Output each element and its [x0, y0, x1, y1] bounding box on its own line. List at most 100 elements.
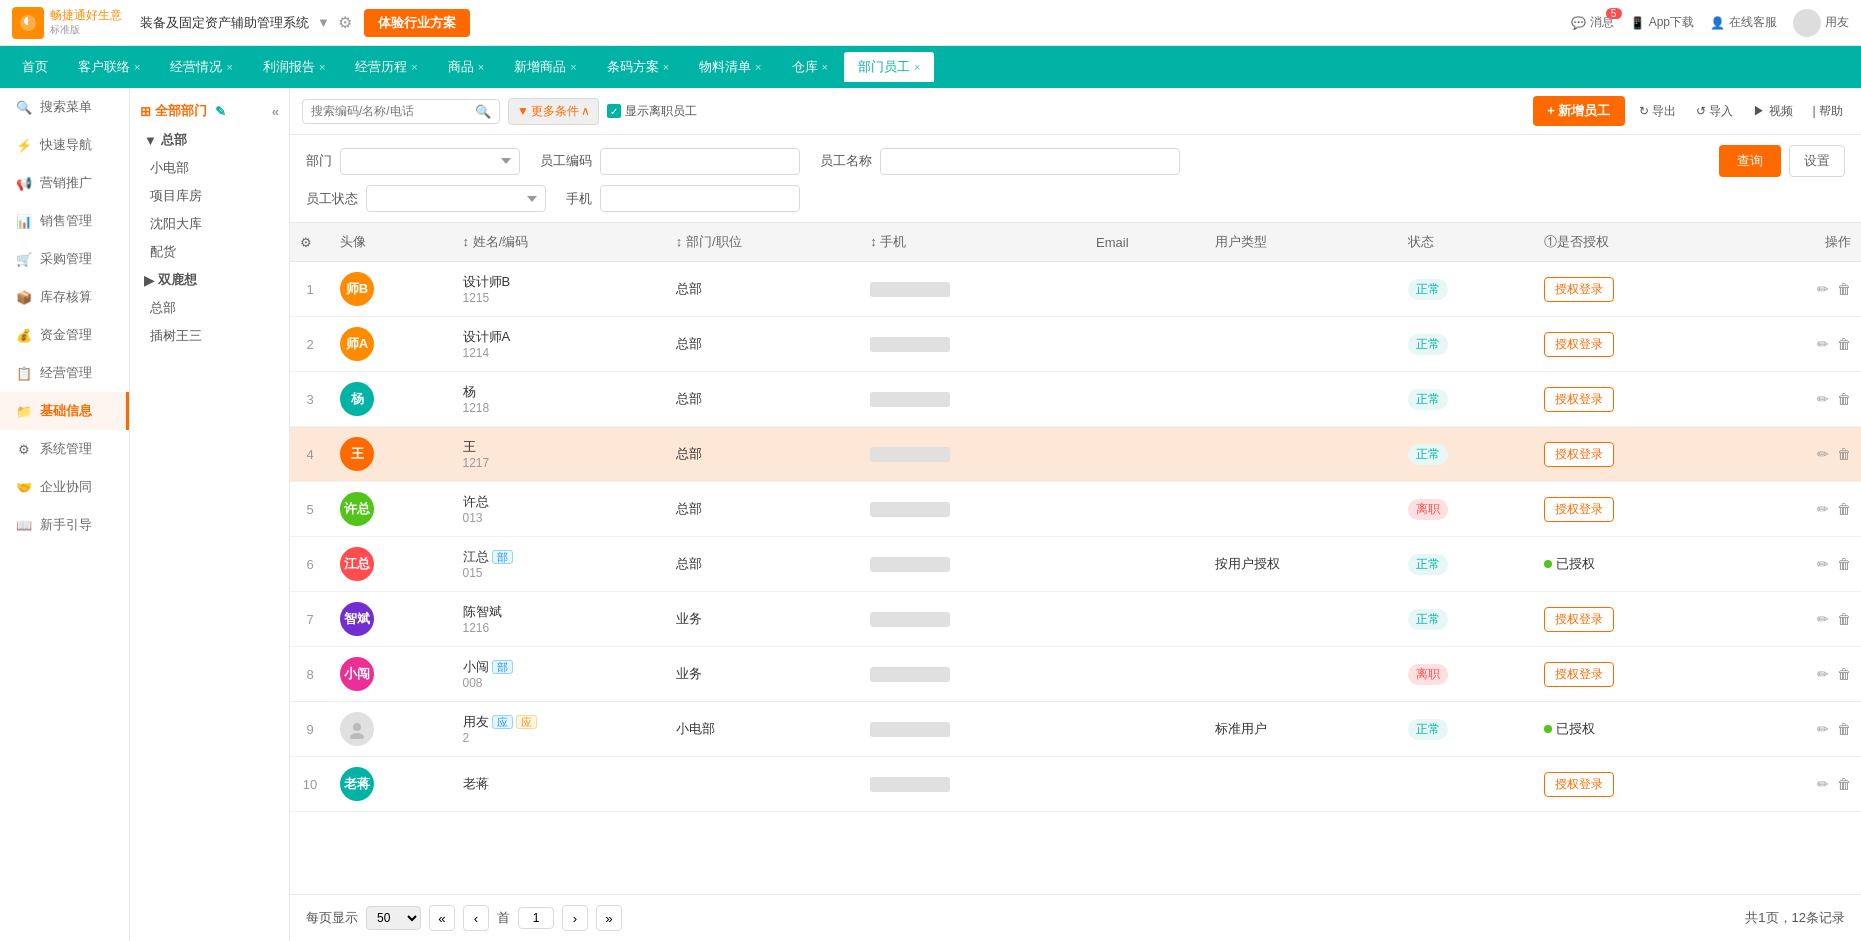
nav-tab-goods[interactable]: 商品 × [434, 52, 498, 82]
dept-item-project[interactable]: 项目库房 [130, 182, 289, 210]
first-page-btn[interactable]: « [429, 905, 455, 931]
dept-item-peihuo[interactable]: 配货 [130, 238, 289, 266]
close-icon[interactable]: × [914, 61, 920, 73]
edit-btn[interactable]: ✏ [1817, 776, 1829, 792]
delete-btn[interactable]: 🗑 [1837, 281, 1851, 297]
query-btn[interactable]: 查询 [1719, 145, 1781, 177]
nav-tab-history[interactable]: 经营历程 × [341, 52, 431, 82]
dept-item-xiaodian[interactable]: 小电部 [130, 154, 289, 182]
phone-filter-input[interactable] [600, 185, 800, 212]
nav-tab-add-goods[interactable]: 新增商品 × [500, 52, 590, 82]
edit-icon[interactable]: ✎ [215, 104, 226, 119]
nav-tab-profit[interactable]: 利润报告 × [249, 52, 339, 82]
close-icon[interactable]: × [478, 61, 484, 73]
more-filters-btn[interactable]: ▼ 更多条件 ∧ [508, 98, 599, 125]
help-btn[interactable]: | 帮助 [1807, 99, 1849, 124]
sidebar-item-sales[interactable]: 📊 销售管理 [0, 202, 129, 240]
auth-login-btn[interactable]: 授权登录 [1544, 442, 1614, 467]
dept-group-shuanglu[interactable]: ▶ 双鹿想 [130, 266, 289, 294]
last-page-btn[interactable]: » [596, 905, 622, 931]
nav-tab-operation[interactable]: 经营情况 × [156, 52, 246, 82]
sidebar-item-finance[interactable]: 💰 资金管理 [0, 316, 129, 354]
close-icon[interactable]: × [570, 61, 576, 73]
show-inactive-wrap[interactable]: ✓ 显示离职员工 [607, 103, 697, 120]
close-icon[interactable]: × [319, 61, 325, 73]
sidebar-item-system[interactable]: ⚙ 系统管理 [0, 430, 129, 468]
dept-all[interactable]: ⊞ 全部部门 ✎ « [130, 96, 289, 126]
nav-tab-bom[interactable]: 物料清单 × [685, 52, 775, 82]
col-phone[interactable]: ↕ 手机 [860, 223, 1086, 262]
settings-icon[interactable]: ⚙ [338, 13, 352, 32]
sidebar-item-basic-info[interactable]: 📁 基础信息 [0, 392, 129, 430]
close-icon[interactable]: × [134, 61, 140, 73]
sidebar-item-quicknav[interactable]: ⚡ 快速导航 [0, 126, 129, 164]
nav-tab-customer[interactable]: 客户联络 × [64, 52, 154, 82]
delete-btn[interactable]: 🗑 [1837, 336, 1851, 352]
edit-btn[interactable]: ✏ [1817, 336, 1829, 352]
page-input[interactable] [518, 907, 554, 929]
edit-btn[interactable]: ✏ [1817, 666, 1829, 682]
auth-login-btn[interactable]: 授权登录 [1544, 772, 1614, 797]
delete-btn[interactable]: 🗑 [1837, 446, 1851, 462]
online-service-action[interactable]: 👤 在线客服 [1710, 14, 1777, 31]
import-btn[interactable]: ↺ 导入 [1690, 99, 1739, 124]
reset-btn[interactable]: 设置 [1789, 145, 1845, 177]
delete-btn[interactable]: 🗑 [1837, 776, 1851, 792]
edit-btn[interactable]: ✏ [1817, 611, 1829, 627]
sidebar-item-operation[interactable]: 📋 经营管理 [0, 354, 129, 392]
nav-tab-warehouse[interactable]: 仓库 × [778, 52, 842, 82]
next-page-btn[interactable]: › [562, 905, 588, 931]
sidebar-item-purchase[interactable]: 🛒 采购管理 [0, 240, 129, 278]
close-icon[interactable]: × [663, 61, 669, 73]
delete-btn[interactable]: 🗑 [1837, 611, 1851, 627]
edit-btn[interactable]: ✏ [1817, 391, 1829, 407]
per-page-select[interactable]: 50 100 [366, 906, 421, 930]
dept-item-shenyang[interactable]: 沈阳大库 [130, 210, 289, 238]
sidebar-item-search[interactable]: 🔍 搜索菜单 [0, 88, 129, 126]
search-input[interactable] [311, 104, 471, 118]
edit-btn[interactable]: ✏ [1817, 501, 1829, 517]
close-icon[interactable]: × [755, 61, 761, 73]
sidebar-item-guide[interactable]: 📖 新手引导 [0, 506, 129, 544]
auth-login-btn[interactable]: 授权登录 [1544, 277, 1614, 302]
expand-icon[interactable]: ▼ [317, 15, 330, 30]
edit-btn[interactable]: ✏ [1817, 556, 1829, 572]
auth-login-btn[interactable]: 授权登录 [1544, 387, 1614, 412]
dept-item-chashuwang[interactable]: 插树王三 [130, 322, 289, 350]
col-name-code[interactable]: ↕ 姓名/编码 [453, 223, 666, 262]
auth-login-btn[interactable]: 授权登录 [1544, 607, 1614, 632]
delete-btn[interactable]: 🗑 [1837, 501, 1851, 517]
edit-btn[interactable]: ✏ [1817, 721, 1829, 737]
status-filter-select[interactable] [366, 185, 546, 212]
dept-item-zongbu2[interactable]: 总部 [130, 294, 289, 322]
edit-btn[interactable]: ✏ [1817, 281, 1829, 297]
nav-tab-dept-staff[interactable]: 部门员工 × [844, 52, 934, 82]
prev-page-btn[interactable]: ‹ [463, 905, 489, 931]
app-download-action[interactable]: 📱 App下载 [1630, 14, 1694, 31]
delete-btn[interactable]: 🗑 [1837, 391, 1851, 407]
col-settings[interactable]: ⚙ [290, 223, 330, 262]
export-btn[interactable]: ↻ 导出 [1633, 99, 1682, 124]
sidebar-item-inventory[interactable]: 📦 库存核算 [0, 278, 129, 316]
nav-tab-barcode[interactable]: 条码方案 × [593, 52, 683, 82]
view-btn[interactable]: ▶ 视频 [1747, 99, 1798, 124]
add-employee-btn[interactable]: + 新增员工 [1533, 96, 1624, 126]
dept-group-zongbu[interactable]: ▼ 总部 [130, 126, 289, 154]
show-inactive-checkbox[interactable]: ✓ [607, 104, 621, 118]
close-icon[interactable]: × [822, 61, 828, 73]
emp-name-input[interactable] [880, 148, 1180, 175]
experience-btn[interactable]: 体验行业方案 [364, 9, 470, 37]
auth-login-btn[interactable]: 授权登录 [1544, 497, 1614, 522]
auth-login-btn[interactable]: 授权登录 [1544, 662, 1614, 687]
message-action[interactable]: 💬 消息 5 [1571, 14, 1614, 31]
auth-login-btn[interactable]: 授权登录 [1544, 332, 1614, 357]
close-icon[interactable]: × [226, 61, 232, 73]
delete-btn[interactable]: 🗑 [1837, 666, 1851, 682]
sidebar-item-marketing[interactable]: 📢 营销推广 [0, 164, 129, 202]
collapse-panel-icon[interactable]: « [272, 104, 279, 119]
close-icon[interactable]: × [411, 61, 417, 73]
sidebar-item-collab[interactable]: 🤝 企业协同 [0, 468, 129, 506]
edit-btn[interactable]: ✏ [1817, 446, 1829, 462]
search-wrap[interactable]: 🔍 [302, 99, 500, 124]
col-dept-pos[interactable]: ↕ 部门/职位 [666, 223, 861, 262]
